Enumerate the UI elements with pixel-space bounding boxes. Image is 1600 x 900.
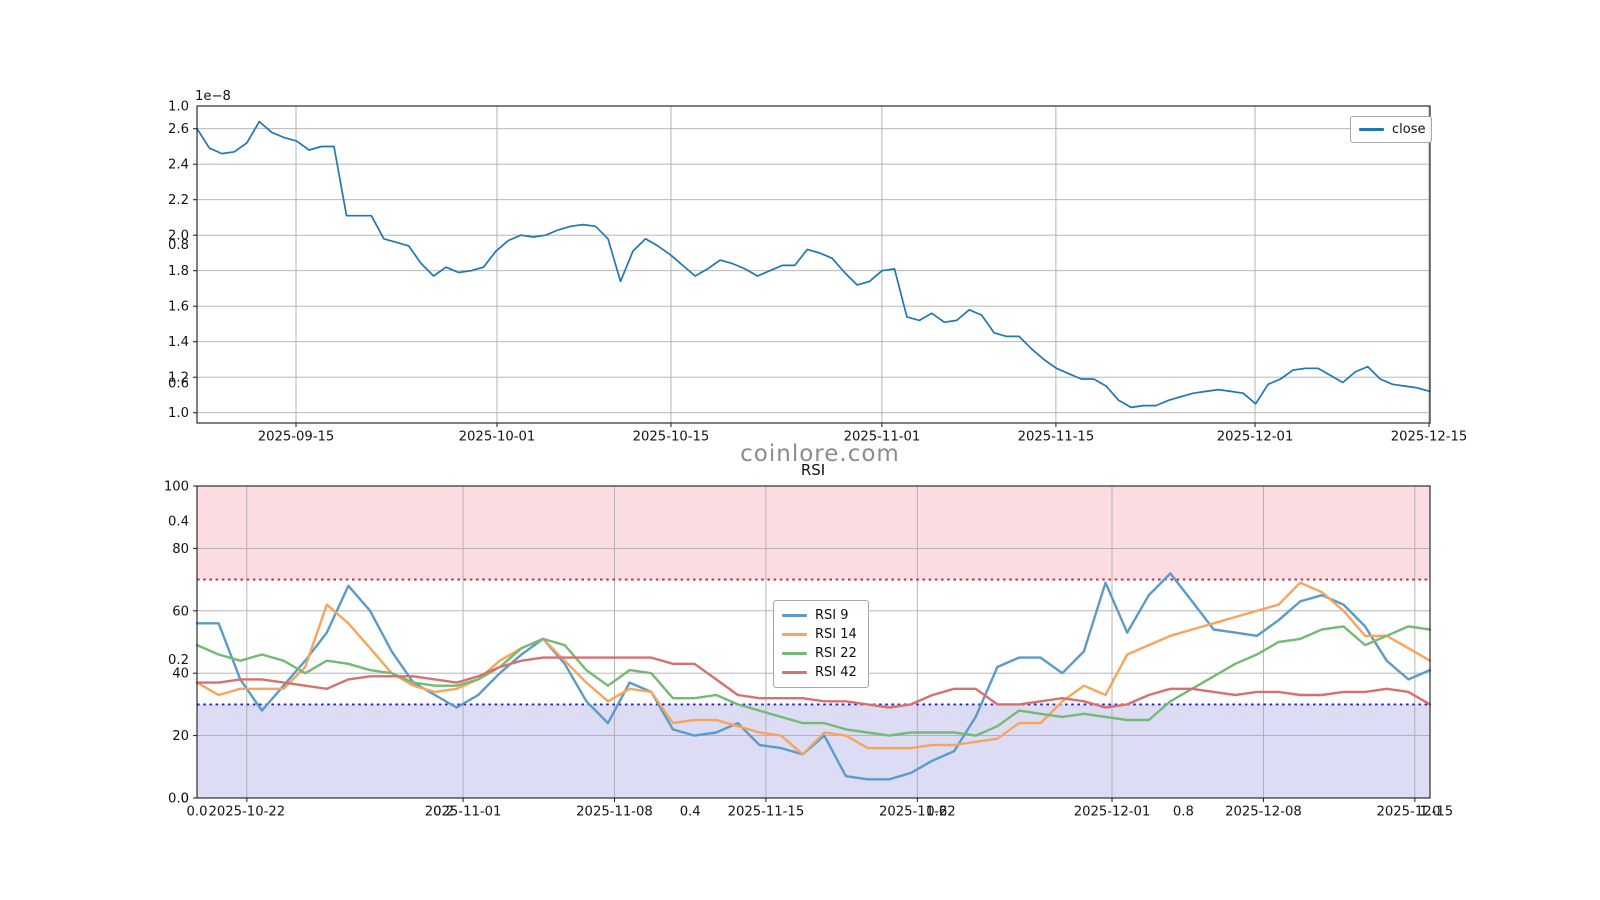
x-tick-label: 2025-11-08: [576, 805, 653, 820]
x-tick-label: 2025-10-01: [459, 430, 536, 445]
x-tick-label: 2025-10-22: [208, 805, 285, 820]
rsi-42-line-sample: [782, 671, 807, 674]
x-tick-label: 2025-12-08: [1225, 805, 1302, 820]
axis-offset-label: 1e−8: [195, 89, 231, 104]
y-tick-label: 1.0: [168, 406, 189, 421]
y-tick-label: 2.6: [168, 122, 189, 137]
legend-item-label: RSI 9: [815, 608, 849, 623]
y-tick-label: 1.6: [168, 300, 189, 315]
x-tick-label: 2025-12-01: [1074, 805, 1151, 820]
fraction-y-tick-label: 1.0: [168, 100, 189, 115]
oversold-band: [197, 704, 1430, 798]
close-legend-label: close: [1392, 122, 1426, 137]
fraction-x-tick-label: 0.0: [187, 805, 208, 820]
x-tick-label: 2025-12-15: [1391, 430, 1468, 445]
y-tick-label: 40: [172, 667, 189, 682]
y-tick-label: 60: [172, 604, 189, 619]
rsi-chart-title: RSI: [800, 461, 826, 479]
close-line-sample: [1359, 128, 1384, 131]
y-tick-label: 2.4: [168, 158, 189, 173]
y-tick-label: 20: [172, 729, 189, 744]
fraction-y-tick-label: 0.6: [168, 376, 189, 391]
figure: 1.0 1.2 1.4 1.6 1.8 2.0 2.2 2.4 2.6 2025-09-15 202…: [0, 0, 1600, 900]
x-tick-label: 2025-11-15: [1018, 430, 1095, 445]
fraction-x-tick-label: 1.0: [1420, 805, 1441, 820]
fraction-y-tick-label: 0.8: [168, 238, 189, 253]
y-tick-label: 100: [164, 480, 189, 495]
fraction-x-tick-label: 0.8: [1173, 805, 1194, 820]
legend-item-label: RSI 42: [815, 665, 857, 680]
plot-border: [196, 105, 1431, 424]
legend-item: RSI 14: [782, 625, 860, 644]
price-chart-legend: close: [1350, 116, 1432, 143]
x-tick-label: 2025-10-15: [633, 430, 710, 445]
rsi-14-line-sample: [782, 633, 807, 636]
y-tick-label: 2.2: [168, 193, 189, 208]
rsi-9-line-sample: [782, 614, 807, 617]
x-tick-label: 2025-12-15: [1377, 805, 1454, 820]
fraction-y-tick-label: 0.2: [168, 653, 189, 668]
fraction-x-tick-label: 0.4: [680, 805, 701, 820]
y-tick-label: 1.4: [168, 335, 189, 350]
fraction-x-tick-label: 0.2: [433, 805, 454, 820]
rsi-chart-legend: RSI 9 RSI 14 RSI 22 RSI 42: [773, 600, 869, 688]
overbought-band: [197, 486, 1430, 580]
legend-item: RSI 22: [782, 644, 860, 663]
y-tick-label: 80: [172, 542, 189, 557]
legend-item: RSI 9: [782, 606, 860, 625]
fraction-x-tick-label: 0.6: [926, 805, 947, 820]
fraction-y-tick-label: 0.4: [168, 515, 189, 530]
y-tick-label: 1.8: [168, 264, 189, 279]
legend-item-label: RSI 14: [815, 627, 857, 642]
legend-item: RSI 42: [782, 663, 860, 682]
legend-item-label: RSI 22: [815, 646, 857, 661]
x-tick-label: 2025-12-01: [1217, 430, 1294, 445]
x-tick-label: 2025-09-15: [258, 430, 335, 445]
rsi-22-line-sample: [782, 652, 807, 655]
x-tick-label: 2025-11-15: [728, 805, 805, 820]
